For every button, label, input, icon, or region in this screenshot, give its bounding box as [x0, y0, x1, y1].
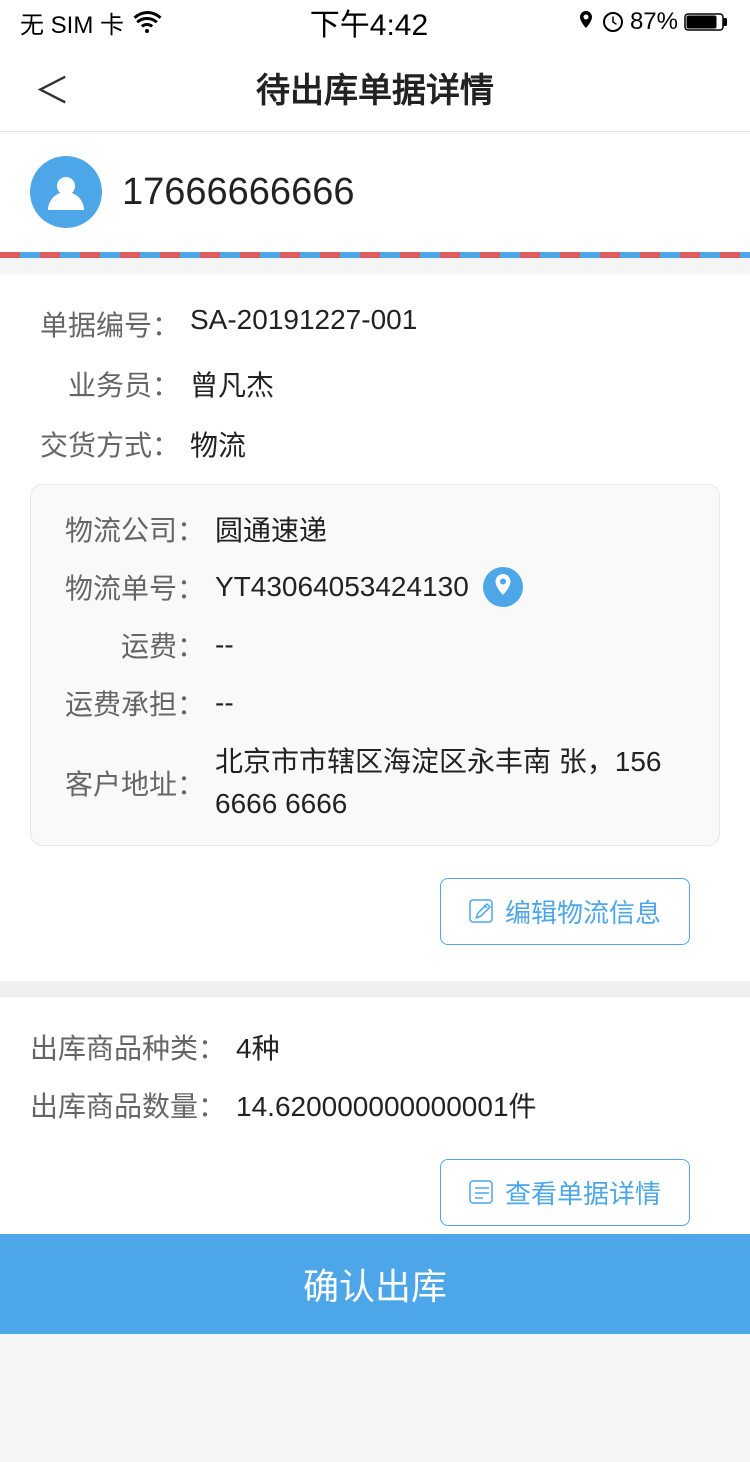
edit-logistics-area: 编辑物流信息 [30, 862, 720, 961]
edit-logistics-button[interactable]: 编辑物流信息 [440, 878, 690, 945]
list-icon [469, 1180, 495, 1206]
confirm-btn-label: 确认出库 [303, 1258, 447, 1310]
avatar [30, 156, 102, 228]
time-label: 下午4:42 [310, 0, 428, 44]
goods-quantity-row: 出库商品数量： 14.620000000000001件 [30, 1085, 720, 1125]
confirm-outbound-button[interactable]: 确认出库 [0, 1234, 750, 1334]
goods-types-row: 出库商品种类： 4种 [30, 1027, 720, 1067]
battery-icon [684, 11, 730, 33]
customer-header: 17666666666 [0, 132, 750, 252]
tracking-number-row: 物流单号： YT43064053424130 [55, 567, 695, 607]
location-service-icon [576, 11, 596, 33]
logistics-card: 物流公司： 圆通速递 物流单号： YT43064053424130 运费： --… [30, 484, 720, 846]
goods-types-label: 出库商品种类： [30, 1027, 236, 1067]
edit-icon [469, 899, 495, 925]
status-left: 无 SIM 卡 [20, 5, 162, 40]
delivery-method-value: 物流 [190, 424, 720, 464]
freight-label: 运费： [55, 625, 215, 665]
battery-label: 87% [630, 8, 678, 36]
view-detail-area: 查看单据详情 [30, 1143, 720, 1242]
map-pin-icon [492, 574, 514, 600]
clock-icon [602, 11, 624, 33]
status-bar: 无 SIM 卡 下午4:42 87% [0, 0, 750, 44]
tracking-number-label: 物流单号： [55, 567, 215, 607]
address-value: 北京市市辖区海淀区永丰南 张，156 6666 6666 [215, 741, 695, 825]
freight-bearer-value: -- [215, 687, 695, 719]
section-separator [0, 981, 750, 997]
tracking-number-value: YT43064053424130 [215, 567, 695, 607]
customer-phone: 17666666666 [122, 171, 354, 214]
page-title: 待出库单据详情 [256, 63, 494, 112]
freight-row: 运费： -- [55, 625, 695, 665]
freight-bearer-row: 运费承担： -- [55, 683, 695, 723]
address-row: 客户地址： 北京市市辖区海淀区永丰南 张，156 6666 6666 [55, 741, 695, 825]
sales-person-row: 业务员： 曾凡杰 [30, 364, 720, 404]
goods-quantity-value: 14.620000000000001件 [236, 1085, 537, 1125]
logistics-company-row: 物流公司： 圆通速递 [55, 509, 695, 549]
order-number-row: 单据编号： SA-20191227-001 [30, 304, 720, 344]
address-label: 客户地址： [55, 763, 215, 803]
goods-quantity-label: 出库商品数量： [30, 1085, 236, 1125]
edit-logistics-label: 编辑物流信息 [505, 893, 661, 930]
wifi-icon [132, 11, 162, 33]
freight-bearer-label: 运费承担： [55, 683, 215, 723]
view-detail-button[interactable]: 查看单据详情 [440, 1159, 690, 1226]
delivery-method-label: 交货方式： [30, 424, 190, 464]
goods-types-value: 4种 [236, 1027, 280, 1067]
back-button[interactable]: ＜ [24, 52, 80, 124]
status-right: 87% [576, 8, 730, 36]
carrier-label: 无 SIM 卡 [20, 5, 124, 40]
dashed-divider [0, 252, 750, 258]
order-number-value: SA-20191227-001 [190, 304, 720, 336]
view-detail-label: 查看单据详情 [505, 1174, 661, 1211]
sales-person-value: 曾凡杰 [190, 364, 720, 404]
sales-person-label: 业务员： [30, 364, 190, 404]
logistics-company-label: 物流公司： [55, 509, 215, 549]
track-location-button[interactable] [483, 567, 523, 607]
logistics-company-value: 圆通速递 [215, 509, 695, 549]
freight-value: -- [215, 629, 695, 661]
order-info-section: 单据编号： SA-20191227-001 业务员： 曾凡杰 交货方式： 物流 … [0, 274, 750, 981]
goods-section: 出库商品种类： 4种 出库商品数量： 14.620000000000001件 查… [0, 997, 750, 1262]
nav-bar: ＜ 待出库单据详情 [0, 44, 750, 132]
order-number-label: 单据编号： [30, 304, 190, 344]
delivery-method-row: 交货方式： 物流 [30, 424, 720, 464]
bottom-area: 确认出库 [0, 1234, 750, 1334]
user-icon [44, 170, 88, 214]
